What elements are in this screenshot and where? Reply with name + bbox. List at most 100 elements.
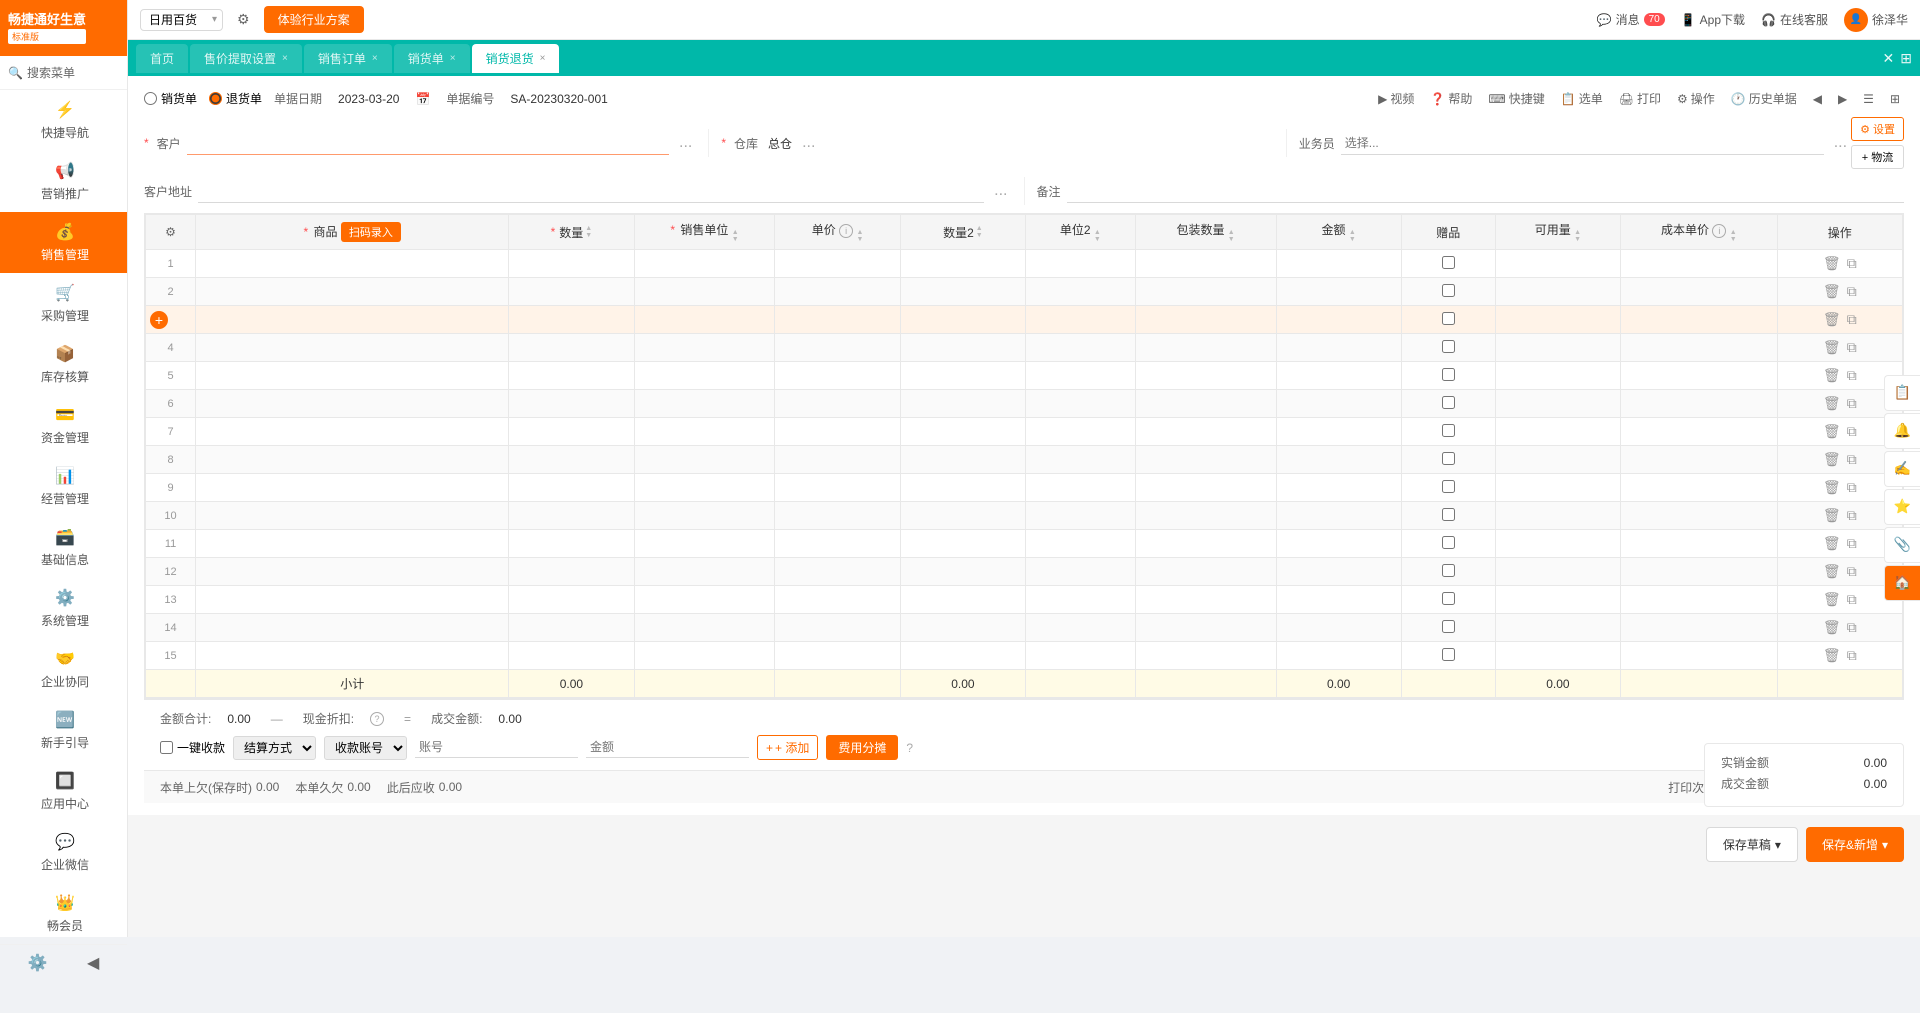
qty-sort-arrows[interactable]: ▲ ▼ <box>585 225 592 239</box>
qty2-cell-4[interactable] <box>900 334 1025 362</box>
staff-input[interactable] <box>1341 132 1824 155</box>
qty-cell-1[interactable] <box>509 250 634 278</box>
sidebar-item-sales[interactable]: 💰 销售管理 <box>0 212 127 273</box>
available-cell-4[interactable] <box>1495 334 1620 362</box>
unit2-cell-14[interactable] <box>1026 614 1136 642</box>
qty-cell-4[interactable] <box>509 334 634 362</box>
cost-price-cell-4[interactable] <box>1621 334 1778 362</box>
cost-sort-arrows[interactable]: ▲ ▼ <box>1730 229 1737 243</box>
pack-cell-10[interactable] <box>1135 502 1276 530</box>
toolbar-print-btn[interactable]: 🖨 打印 <box>1615 88 1665 109</box>
logistics-btn[interactable]: + 物流 <box>1851 145 1904 169</box>
qty2-cell-3[interactable] <box>900 306 1025 334</box>
unit2-cell-7[interactable] <box>1026 418 1136 446</box>
delete-row-btn-8[interactable]: 🗑 <box>1823 451 1841 468</box>
amount-cell-8[interactable] <box>1276 446 1401 474</box>
price-cell-2[interactable] <box>775 278 900 306</box>
unit-cell-10[interactable] <box>634 502 775 530</box>
product-cell-12[interactable] <box>196 558 509 586</box>
pack-cell-5[interactable] <box>1135 362 1276 390</box>
cost-price-cell-6[interactable] <box>1621 390 1778 418</box>
unit2-cell-1[interactable] <box>1026 250 1136 278</box>
th-gear[interactable]: ⚙ <box>146 215 196 250</box>
one-click-pay-checkbox[interactable]: 一键收款 <box>160 739 225 756</box>
unit-cell-2[interactable] <box>634 278 775 306</box>
gift-checkbox-2[interactable] <box>1442 284 1455 297</box>
address-input[interactable] <box>198 180 984 203</box>
pack-cell-1[interactable] <box>1135 250 1276 278</box>
qty2-cell-14[interactable] <box>900 614 1025 642</box>
available-cell-13[interactable] <box>1495 586 1620 614</box>
delete-row-btn-9[interactable]: 🗑 <box>1823 479 1841 496</box>
delete-row-btn-7[interactable]: 🗑 <box>1823 423 1841 440</box>
tab-price-settings[interactable]: 售价提取设置 × <box>190 44 302 73</box>
product-cell-1[interactable] <box>196 250 509 278</box>
app-download-item[interactable]: 📱 App下载 <box>1681 11 1745 28</box>
tab-sales-order[interactable]: 销售订单 × <box>304 44 392 73</box>
tab-sales-order-close[interactable]: × <box>372 53 378 64</box>
float-btn-5[interactable]: 📎 <box>1884 527 1920 563</box>
unit-cell-13[interactable] <box>634 586 775 614</box>
gift-cell-12[interactable] <box>1401 558 1495 586</box>
tab-home[interactable]: 首页 <box>136 44 188 73</box>
amount-cell-11[interactable] <box>1276 530 1401 558</box>
product-input-3[interactable] <box>200 313 504 327</box>
product-cell-4[interactable] <box>196 334 509 362</box>
remark-input[interactable] <box>1067 180 1904 203</box>
scan-btn[interactable]: 扫码录入 <box>341 222 401 242</box>
warehouse-more-btn[interactable]: ... <box>798 134 819 152</box>
available-cell-10[interactable] <box>1495 502 1620 530</box>
qty-cell-6[interactable] <box>509 390 634 418</box>
copy-row-btn-1[interactable]: ⧉ <box>1847 255 1857 272</box>
sidebar-item-wechat[interactable]: 💬 企业微信 <box>0 822 127 883</box>
qty2-cell-6[interactable] <box>900 390 1025 418</box>
qty-cell-10[interactable] <box>509 502 634 530</box>
gift-checkbox-1[interactable] <box>1442 256 1455 269</box>
gift-checkbox-4[interactable] <box>1442 340 1455 353</box>
amount-cell-9[interactable] <box>1276 474 1401 502</box>
copy-row-btn-11[interactable]: ⧉ <box>1847 535 1857 552</box>
gift-cell-7[interactable] <box>1401 418 1495 446</box>
unit2-cell-11[interactable] <box>1026 530 1136 558</box>
price-sort-arrows[interactable]: ▲ ▼ <box>857 229 864 243</box>
qty2-cell-15[interactable] <box>900 642 1025 670</box>
unit2-cell-8[interactable] <box>1026 446 1136 474</box>
calendar-icon[interactable]: 📅 <box>415 92 430 106</box>
sidebar-item-marketing[interactable]: 📢 营销推广 <box>0 151 127 212</box>
unit-cell-5[interactable] <box>634 362 775 390</box>
cost-price-cell-3[interactable] <box>1621 306 1778 334</box>
pack-cell-3[interactable] <box>1135 306 1276 334</box>
sidebar-item-purchase[interactable]: 🛒 采购管理 <box>0 273 127 334</box>
product-cell-7[interactable] <box>196 418 509 446</box>
tab-price-settings-close[interactable]: × <box>282 53 288 64</box>
delete-row-btn-13[interactable]: 🗑 <box>1823 591 1841 608</box>
cost-price-cell-13[interactable] <box>1621 586 1778 614</box>
qty-cell-2[interactable] <box>509 278 634 306</box>
gift-checkbox-9[interactable] <box>1442 480 1455 493</box>
price-cell-6[interactable] <box>775 390 900 418</box>
cost-price-cell-7[interactable] <box>1621 418 1778 446</box>
delete-row-btn-1[interactable]: 🗑 <box>1823 255 1841 272</box>
unit2-cell-15[interactable] <box>1026 642 1136 670</box>
unit-cell-9[interactable] <box>634 474 775 502</box>
address-more-btn[interactable]: ... <box>990 182 1011 200</box>
qty2-cell-7[interactable] <box>900 418 1025 446</box>
qty2-cell-9[interactable] <box>900 474 1025 502</box>
unit2-cell-9[interactable] <box>1026 474 1136 502</box>
gift-checkbox-15[interactable] <box>1442 648 1455 661</box>
float-btn-2[interactable]: 🔔 <box>1884 413 1920 449</box>
cost-price-cell-1[interactable] <box>1621 250 1778 278</box>
product-cell-8[interactable] <box>196 446 509 474</box>
available-cell-6[interactable] <box>1495 390 1620 418</box>
gift-cell-14[interactable] <box>1401 614 1495 642</box>
delete-row-btn-15[interactable]: 🗑 <box>1823 647 1841 664</box>
amount-cell-2[interactable] <box>1276 278 1401 306</box>
gift-checkbox-10[interactable] <box>1442 508 1455 521</box>
cost-price-cell-14[interactable] <box>1621 614 1778 642</box>
float-btn-6[interactable]: 🏠 <box>1884 565 1920 601</box>
message-item[interactable]: 💬 消息 70 <box>1597 11 1665 28</box>
float-btn-3[interactable]: ✍ <box>1884 451 1920 487</box>
gift-checkbox-5[interactable] <box>1442 368 1455 381</box>
unit2-cell-12[interactable] <box>1026 558 1136 586</box>
amount-cell-7[interactable] <box>1276 418 1401 446</box>
